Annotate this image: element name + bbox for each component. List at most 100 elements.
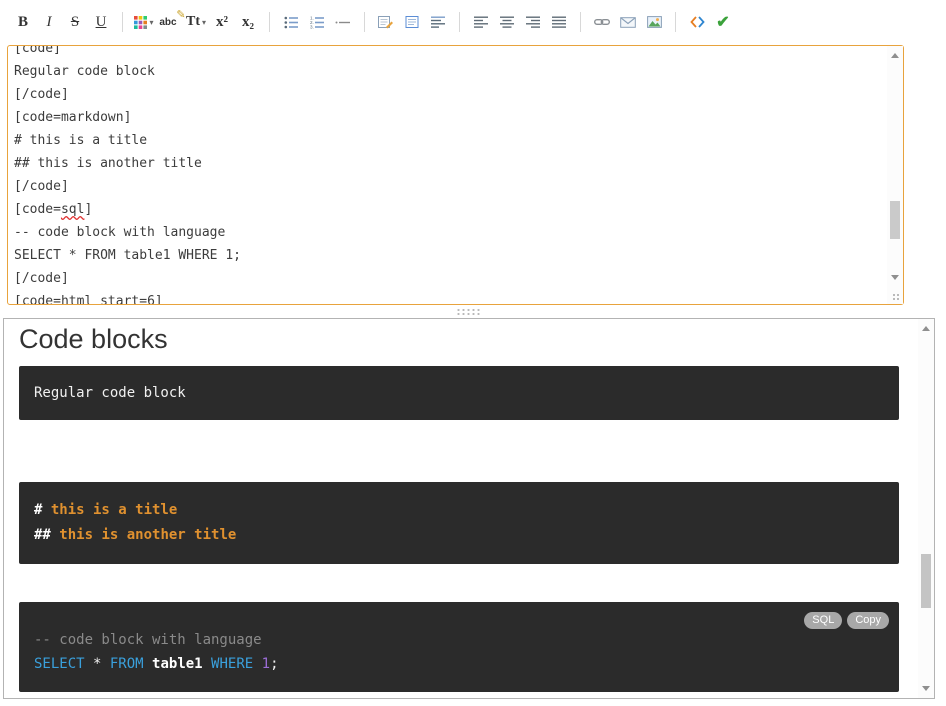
code-line: # this is a title — [34, 498, 884, 523]
editor-line: ## this is another title — [14, 152, 886, 175]
align-justify-button[interactable] — [548, 8, 570, 36]
ordered-list-icon: 1.2.3. — [310, 16, 325, 29]
editor-scrollbar[interactable] — [887, 46, 903, 304]
bullet-list-button[interactable] — [280, 8, 302, 36]
chevron-down-icon: ▾ — [202, 18, 206, 27]
subscript-icon: x₂ — [242, 14, 254, 31]
misspelled-word: sql — [61, 202, 84, 217]
toolbar-separator — [459, 12, 460, 32]
image-icon — [647, 16, 662, 28]
pane-splitter[interactable] — [3, 305, 935, 318]
link-button[interactable] — [591, 8, 613, 36]
bold-button[interactable]: B — [12, 8, 34, 36]
paragraph-lines-icon — [431, 16, 446, 28]
scroll-up-icon[interactable] — [922, 326, 930, 331]
misspelled-word: html — [61, 294, 92, 304]
subscript-button[interactable]: x₂ — [237, 8, 259, 36]
quote-button[interactable] — [375, 8, 397, 36]
align-justify-icon — [552, 16, 566, 28]
align-left-icon — [474, 16, 488, 28]
paragraph-button[interactable] — [427, 8, 449, 36]
sql-token: FROM — [110, 656, 144, 672]
sql-token — [203, 656, 211, 672]
email-button[interactable] — [617, 8, 639, 36]
preview-pane: Code blocks Regular code block # this is… — [3, 318, 935, 699]
bullet-list-icon — [284, 16, 299, 29]
sql-token: SELECT — [34, 656, 85, 672]
align-left-button[interactable] — [470, 8, 492, 36]
language-badge: SQL — [804, 612, 842, 629]
scrollbar-thumb[interactable] — [921, 554, 931, 608]
align-center-button[interactable] — [496, 8, 518, 36]
sql-token: 1 — [262, 656, 270, 672]
toolbar-separator — [580, 12, 581, 32]
editor-content: [code] Regular code block [/code] [code=… — [14, 46, 886, 304]
md-title: this is another title — [59, 527, 236, 543]
editor-resize-grip[interactable] — [892, 293, 901, 302]
strikethrough-button[interactable]: S — [64, 8, 86, 36]
italic-icon: I — [47, 14, 52, 31]
editor-text-area[interactable]: [code] Regular code block [/code] [code=… — [8, 46, 886, 304]
source-toggle-button[interactable] — [686, 8, 708, 36]
pencil-icon: ✎ — [176, 8, 185, 21]
checkmark-icon: ✔ — [716, 12, 729, 32]
font-size-button[interactable]: Tt ▾ — [185, 8, 207, 36]
bbcode-source-editor[interactable]: [code] Regular code block [/code] [code=… — [7, 45, 904, 305]
scrollbar-thumb[interactable] — [890, 201, 900, 239]
sql-token: * — [85, 656, 110, 672]
source-code-icon — [690, 16, 705, 28]
md-hash: # — [34, 502, 51, 518]
md-title: this is a title — [51, 502, 177, 518]
spellcheck-icon: abc✎ — [159, 17, 180, 28]
misspelled-word: start=6 — [100, 294, 155, 304]
sql-comment: -- code block with language — [34, 632, 262, 648]
italic-button[interactable]: I — [38, 8, 60, 36]
editor-line: [/code] — [14, 267, 886, 290]
copy-button[interactable]: Copy — [847, 612, 889, 629]
editor-text: [code= — [14, 202, 61, 217]
preview-content: Code blocks Regular code block # this is… — [4, 319, 918, 698]
editor-line: [/code] — [14, 175, 886, 198]
code-line: -- code block with language — [34, 628, 884, 652]
editor-line: [code=html start=6] — [14, 290, 886, 304]
chevron-down-icon: ▾ — [149, 18, 153, 27]
accept-button[interactable]: ✔ — [712, 8, 734, 36]
quote-page-icon — [378, 15, 394, 29]
font-size-icon: Tt — [186, 14, 200, 30]
superscript-button[interactable]: x² — [211, 8, 233, 36]
sql-token: table1 — [152, 656, 203, 672]
link-icon — [594, 17, 610, 27]
underline-icon: U — [96, 14, 107, 31]
image-button[interactable] — [643, 8, 665, 36]
code-line: SELECT * FROM table1 WHERE 1; — [34, 652, 884, 676]
color-grid-icon — [134, 16, 147, 29]
sql-token: WHERE — [211, 656, 253, 672]
editor-text: ] — [84, 202, 92, 217]
scroll-down-icon[interactable] — [891, 275, 899, 280]
scroll-down-icon[interactable] — [922, 686, 930, 691]
editor-line: -- code block with language — [14, 221, 886, 244]
editor-text: ] — [155, 294, 163, 304]
scroll-up-icon[interactable] — [891, 53, 899, 58]
spellcheck-button[interactable]: abc✎ — [159, 8, 181, 36]
code-button[interactable] — [401, 8, 423, 36]
sql-token: ; — [270, 656, 278, 672]
strikethrough-icon: S — [71, 14, 79, 31]
editor-line: [code=markdown] — [14, 106, 886, 129]
align-right-icon — [526, 16, 540, 28]
toolbar-separator — [364, 12, 365, 32]
ordered-list-button[interactable]: 1.2.3. — [306, 8, 328, 36]
horizontal-rule-button[interactable] — [332, 8, 354, 36]
editor-text — [92, 294, 100, 304]
align-right-button[interactable] — [522, 8, 544, 36]
email-icon — [620, 17, 636, 28]
splitter-grip-icon[interactable] — [456, 308, 482, 315]
code-block-markdown: # this is a title ## this is another tit… — [19, 482, 899, 564]
horizontal-rule-icon — [335, 16, 351, 29]
preview-scrollbar[interactable] — [918, 319, 934, 698]
code-line: ## this is another title — [34, 523, 884, 548]
font-color-button[interactable]: ▾ — [133, 8, 155, 36]
underline-button[interactable]: U — [90, 8, 112, 36]
toolbar-separator — [269, 12, 270, 32]
code-block-plain: Regular code block — [19, 366, 899, 420]
